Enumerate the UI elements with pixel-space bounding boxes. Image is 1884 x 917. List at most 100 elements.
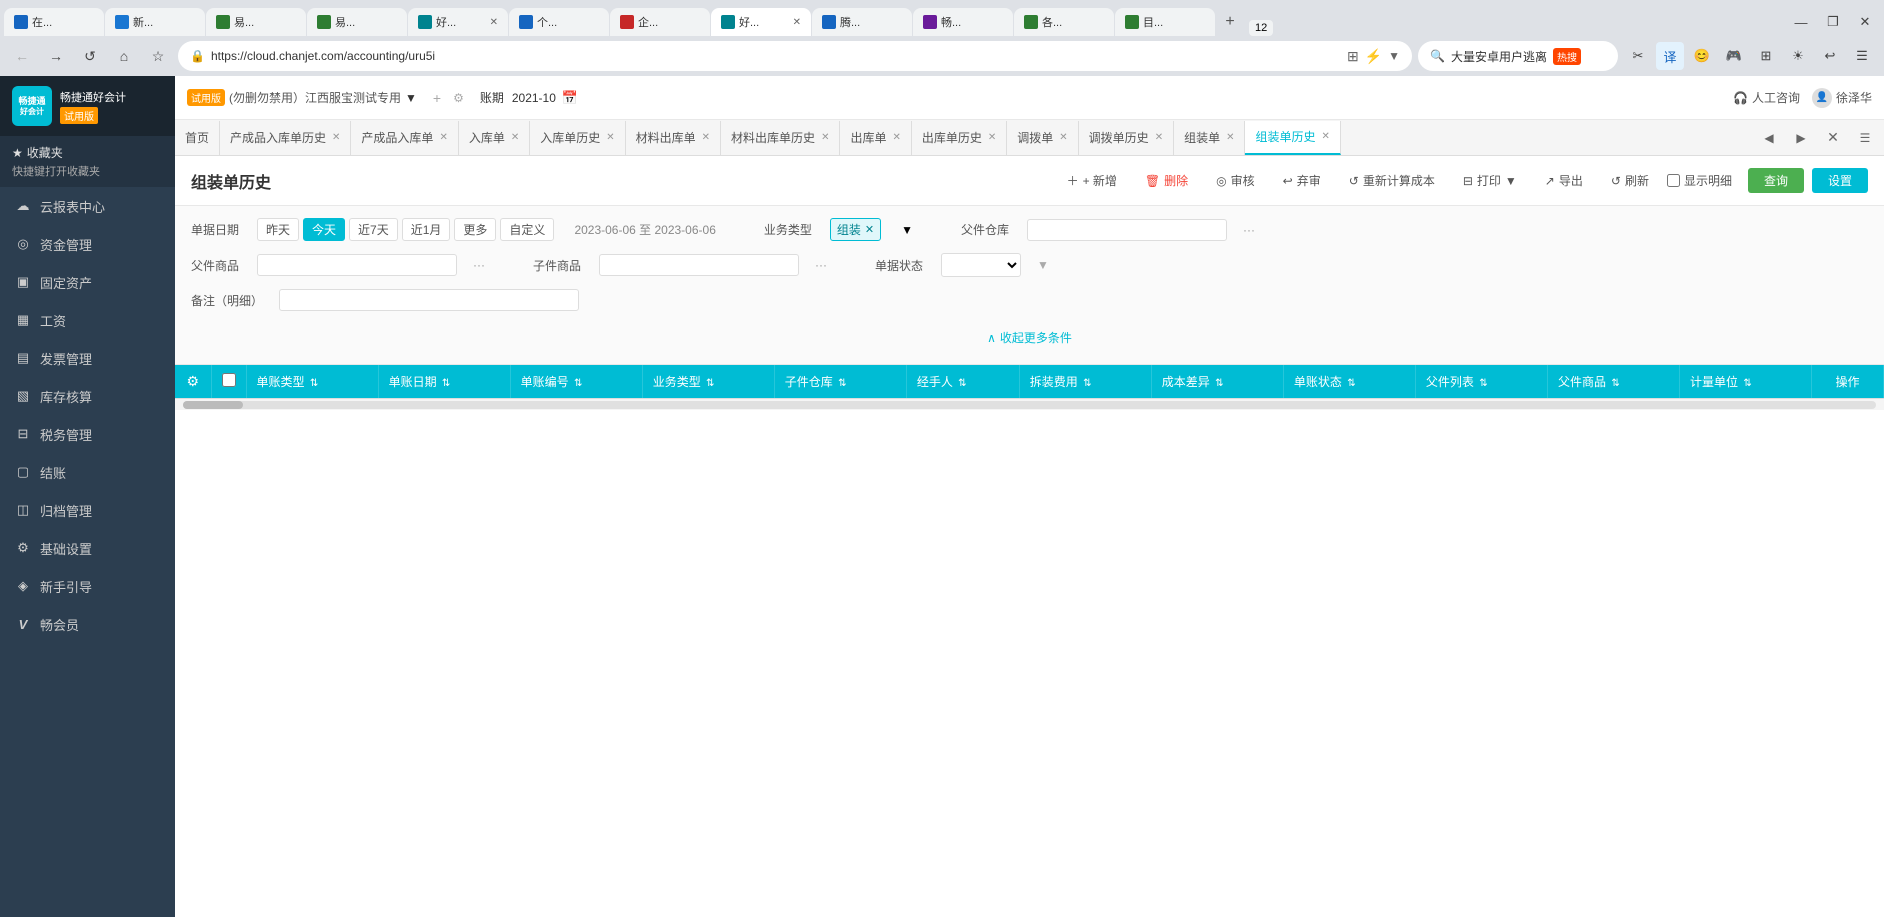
business-type-dropdown-icon[interactable]: ▼ [901, 223, 913, 237]
delete-button[interactable]: 🗑 删除 [1135, 168, 1198, 193]
tab-transfer-history-close[interactable]: ✕ [1155, 132, 1163, 143]
tab-assembly-history-close[interactable]: ✕ [1322, 131, 1330, 142]
tab-transfer[interactable]: 调拨单 ✕ [1007, 121, 1078, 155]
order-status-select[interactable] [941, 253, 1021, 277]
sidebar-item-tax[interactable]: ⊟ 税务管理 [0, 415, 175, 453]
settings-setup-button[interactable]: 设置 [1812, 168, 1868, 193]
sidebar-item-membership[interactable]: V 畅会员 [0, 605, 175, 643]
user-avatar[interactable]: 👤 徐泽华 [1812, 88, 1872, 108]
company-selector[interactable]: 试用版 (勿删勿禁用）江西服宝测试专用 ▼ [187, 89, 417, 106]
tab-material-out-history-close[interactable]: ✕ [821, 132, 829, 143]
date-7days-btn[interactable]: 近7天 [349, 218, 398, 241]
parent-warehouse-dots[interactable]: ··· [1243, 223, 1255, 237]
tab-out-history-close[interactable]: ✕ [988, 132, 996, 143]
emoji-icon[interactable]: 😊 [1688, 42, 1716, 70]
tabs-close-btn[interactable]: ✕ [1818, 124, 1848, 152]
browser-tab-2[interactable]: 新... [105, 8, 205, 36]
browser-tab-3[interactable]: 易... [206, 8, 306, 36]
parent-goods-dots[interactable]: ··· [473, 258, 485, 272]
tab-transfer-close[interactable]: ✕ [1059, 132, 1067, 143]
tab-in-history-close[interactable]: ✕ [606, 132, 614, 143]
date-yesterday-btn[interactable]: 昨天 [257, 218, 299, 241]
user-service-btn[interactable]: 🎧 人工咨询 [1733, 89, 1800, 106]
print-button[interactable]: ⊟ 打印 ▼ [1453, 168, 1527, 193]
search-box[interactable]: 🔍 大量安卓用户逃离 热搜 [1418, 41, 1618, 71]
tabs-more-btn[interactable]: ☰ [1850, 124, 1880, 152]
abandon-button[interactable]: ↩ 弃审 [1273, 168, 1331, 193]
tab-assembly-in-history-close[interactable]: ✕ [332, 132, 340, 143]
date-today-btn[interactable]: 今天 [303, 218, 345, 241]
refresh-button[interactable]: ↺ [76, 42, 104, 70]
game-icon[interactable]: 🎮 [1720, 42, 1748, 70]
tab-out-history[interactable]: 出库单历史 ✕ [912, 121, 1007, 155]
sidebar-item-inventory[interactable]: ▧ 库存核算 [0, 377, 175, 415]
select-all-checkbox[interactable] [222, 373, 236, 387]
settings-btn[interactable]: ⚙ [453, 91, 464, 105]
browser-tab-4[interactable]: 易... [307, 8, 407, 36]
refresh-button[interactable]: ↺ 刷新 [1601, 168, 1659, 193]
scrollbar-area[interactable] [175, 398, 1884, 410]
date-more-btn[interactable]: 更多 [454, 218, 496, 241]
forward-button[interactable]: → [42, 42, 70, 70]
th-order-status[interactable]: 单账状态 ⇅ [1283, 365, 1415, 398]
recalculate-button[interactable]: ↺ 重新计算成本 [1339, 168, 1445, 193]
tab-out-order-close[interactable]: ✕ [892, 132, 900, 143]
new-tab-button[interactable]: + [1216, 8, 1244, 36]
tab-material-out-close[interactable]: ✕ [702, 132, 710, 143]
tab-assembly[interactable]: 组装单 ✕ [1174, 121, 1245, 155]
tabs-prev-btn[interactable]: ◀ [1754, 124, 1784, 152]
date-custom-btn[interactable]: 自定义 [500, 218, 554, 241]
sidebar-item-settlement[interactable]: ▢ 结账 [0, 453, 175, 491]
tab-assembly-history[interactable]: 组装单历史 ✕ [1245, 121, 1340, 155]
back-button[interactable]: ← [8, 42, 36, 70]
th-number[interactable]: 单账编号 ⇅ [510, 365, 642, 398]
browser-tab-6[interactable]: 个... [509, 8, 609, 36]
child-goods-input[interactable] [599, 254, 799, 276]
period-selector[interactable]: 账期 2021-10 📅 [480, 89, 578, 106]
sidebar-item-invoice[interactable]: ▤ 发票管理 [0, 339, 175, 377]
sidebar-item-archive[interactable]: ◫ 归档管理 [0, 491, 175, 529]
th-parent-list[interactable]: 父件列表 ⇅ [1415, 365, 1547, 398]
th-handler[interactable]: 经手人 ⇅ [906, 365, 1019, 398]
query-button[interactable]: 查询 [1748, 168, 1804, 193]
collapse-bar[interactable]: ∧ 收起更多条件 [191, 323, 1868, 352]
add-company-btn[interactable]: + [433, 90, 441, 106]
child-goods-dots[interactable]: ··· [815, 258, 827, 272]
browser-tab-9[interactable]: 腾... [812, 8, 912, 36]
parent-warehouse-input[interactable] [1027, 219, 1227, 241]
th-unit[interactable]: 计量单位 ⇅ [1680, 365, 1812, 398]
th-date[interactable]: 单账日期 ⇅ [378, 365, 510, 398]
grid-icon[interactable]: ⊞ [1752, 42, 1780, 70]
sidebar-item-basic-settings[interactable]: ⚙ 基础设置 [0, 529, 175, 567]
settings-icon[interactable]: ☀ [1784, 42, 1812, 70]
menu-icon[interactable]: ☰ [1848, 42, 1876, 70]
address-dropdown-icon[interactable]: ▼ [1388, 49, 1400, 63]
tab-material-out-history[interactable]: 材料出库单历史 ✕ [721, 121, 840, 155]
tab-assembly-in[interactable]: 产成品入库单 ✕ [351, 121, 458, 155]
audit-button[interactable]: ◎ 审核 [1206, 168, 1265, 193]
display-detail-input[interactable] [1667, 174, 1680, 187]
th-cost-diff[interactable]: 成本差异 ⇅ [1151, 365, 1283, 398]
browser-tab-5[interactable]: 好... ✕ [408, 8, 508, 36]
translate-icon[interactable]: 译 [1656, 42, 1684, 70]
tab-transfer-history[interactable]: 调拨单历史 ✕ [1079, 121, 1174, 155]
scrollbar-track[interactable] [183, 401, 1876, 409]
browser-tab-12[interactable]: 目... [1115, 8, 1215, 36]
tabs-next-btn[interactable]: ▶ [1786, 124, 1816, 152]
parent-goods-input[interactable] [257, 254, 457, 276]
sidebar-item-guide[interactable]: ◈ 新手引导 [0, 567, 175, 605]
tab-assembly-close[interactable]: ✕ [1226, 132, 1234, 143]
undo-icon[interactable]: ↩ [1816, 42, 1844, 70]
browser-tab-10[interactable]: 畅... [913, 8, 1013, 36]
th-child-warehouse[interactable]: 子件仓库 ⇅ [774, 365, 906, 398]
export-button[interactable]: ↗ 导出 [1535, 168, 1593, 193]
add-button[interactable]: ＋ + 新增 [1057, 168, 1127, 193]
th-checkbox[interactable] [211, 365, 246, 398]
sidebar-item-fund-mgmt[interactable]: ◎ 资金管理 [0, 225, 175, 263]
scissors-icon[interactable]: ✂ [1624, 42, 1652, 70]
tab-minimize[interactable]: — [1786, 8, 1816, 36]
sidebar-item-cloud-report[interactable]: ☁ 云报表中心 [0, 187, 175, 225]
remarks-input[interactable] [279, 289, 579, 311]
browser-tab-8[interactable]: 好... ✕ [711, 8, 811, 36]
tab-in-order[interactable]: 入库单 ✕ [459, 121, 530, 155]
